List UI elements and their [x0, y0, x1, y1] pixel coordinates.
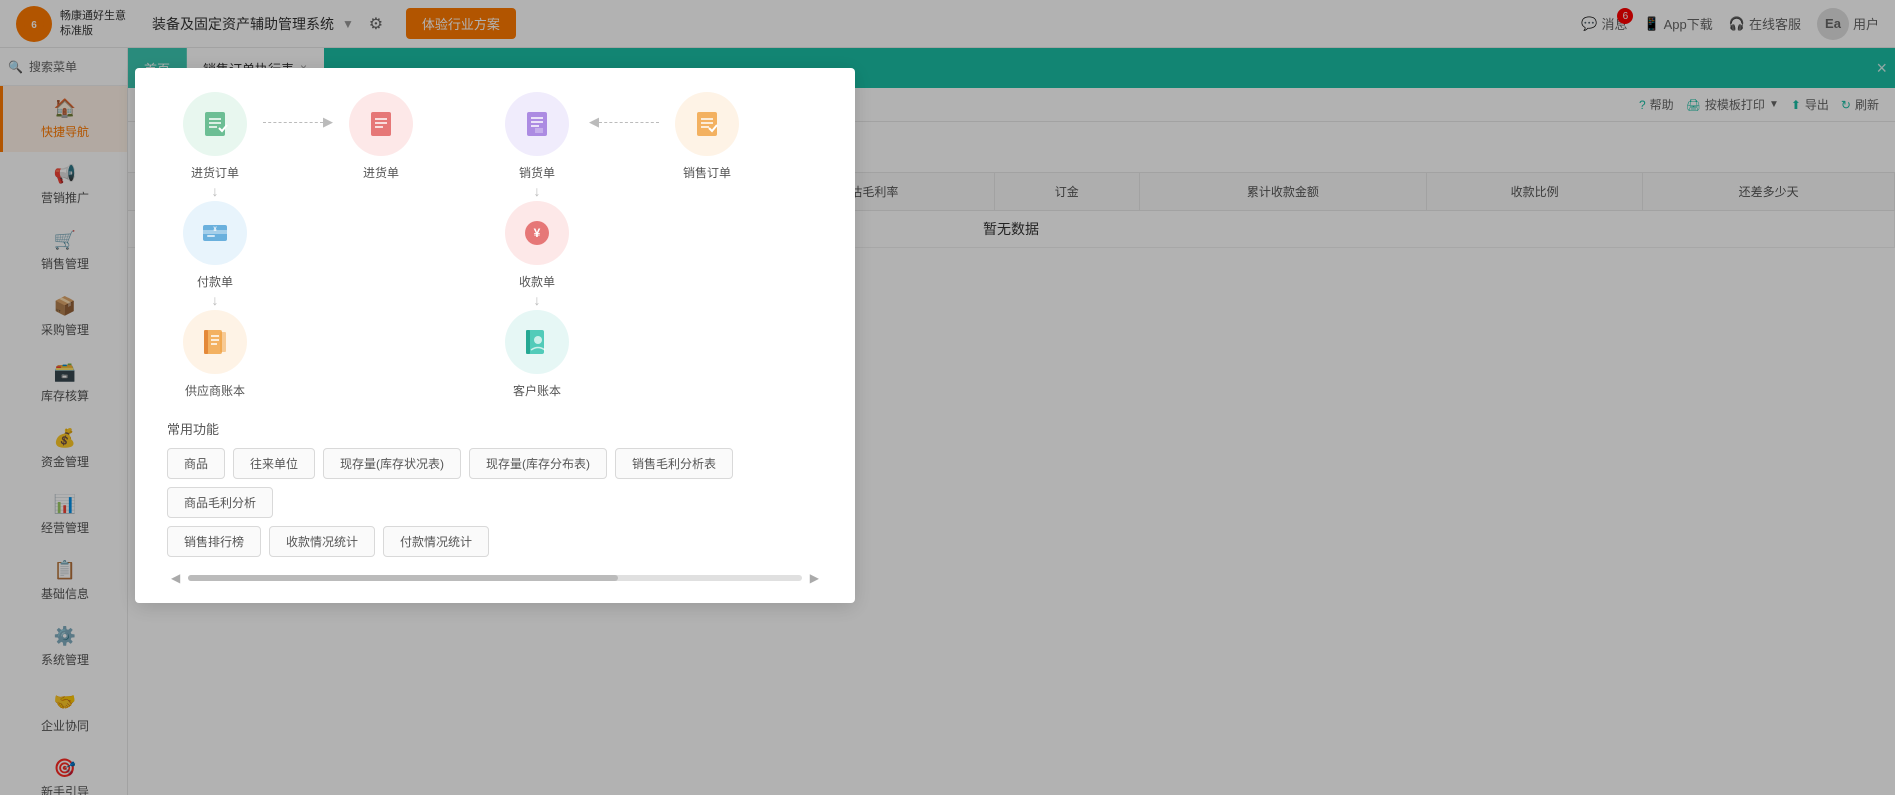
purchase-order-icon [183, 92, 247, 156]
svg-text:¥: ¥ [534, 226, 541, 240]
receipt-node[interactable]: ¥ 收款单 [505, 201, 569, 290]
scroll-left-button[interactable]: ◀ [167, 569, 184, 587]
common-btn-0[interactable]: 商品 [167, 448, 225, 479]
modal-overlay[interactable]: 进货订单 ↓ ¥ [0, 0, 1895, 795]
common-btn-3[interactable]: 现存量(库存分布表) [469, 448, 607, 479]
modal-box: 进货订单 ↓ ¥ [135, 68, 855, 603]
common-functions-section: 常用功能 商品 往来单位 现存量(库存状况表) 现存量(库存分布表) 销售毛利分… [167, 419, 823, 557]
modal-scrollbar-row: ◀ ▶ [167, 569, 823, 587]
receipt-label: 收款单 [519, 273, 555, 290]
sales-bill-icon [505, 92, 569, 156]
sales-col: 销货单 ↓ ¥ 收款单 [489, 92, 585, 399]
supplier-ledger-node[interactable]: 供应商账本 [183, 310, 247, 399]
common-btn-7[interactable]: 收款情况统计 [269, 526, 375, 557]
purchase-bill-node[interactable]: 进货单 [349, 92, 413, 181]
flow-diagram: 进货订单 ↓ ¥ [167, 92, 823, 399]
modal-content: 进货订单 ↓ ¥ [135, 68, 855, 603]
supplier-ledger-label: 供应商账本 [185, 382, 245, 399]
sales-order-node[interactable]: 销售订单 [675, 92, 739, 181]
sales-order-col: 销售订单 [659, 92, 755, 181]
sales-bill-node[interactable]: 销货单 [505, 92, 569, 181]
arrow-down-1: ↓ [212, 183, 219, 199]
sales-order-icon [675, 92, 739, 156]
arrow-down-4: ↓ [534, 292, 541, 308]
h-arrow-1: ▶ [263, 114, 333, 130]
common-functions-buttons: 商品 往来单位 现存量(库存状况表) 现存量(库存分布表) 销售毛利分析表 商品… [167, 448, 823, 518]
arrow-down-2: ↓ [534, 183, 541, 199]
scrollbar-thumb[interactable] [188, 575, 617, 581]
customer-ledger-label: 客户账本 [513, 382, 561, 399]
purchase-order-node[interactable]: 进货订单 [183, 92, 247, 181]
common-btn-5[interactable]: 商品毛利分析 [167, 487, 273, 518]
arrow-down-3: ↓ [212, 292, 219, 308]
payment-icon: ¥ [183, 201, 247, 265]
scroll-right-button[interactable]: ▶ [806, 569, 823, 587]
purchase-order-label: 进货订单 [191, 164, 239, 181]
purchase-bill-label: 进货单 [363, 164, 399, 181]
sales-bill-label: 销货单 [519, 164, 555, 181]
left-flow-col: 进货订单 ↓ ¥ [167, 92, 263, 399]
common-functions-title: 常用功能 [167, 419, 823, 438]
common-btn-2[interactable]: 现存量(库存状况表) [323, 448, 461, 479]
common-btn-1[interactable]: 往来单位 [233, 448, 315, 479]
common-functions-buttons-row2: 销售排行榜 收款情况统计 付款情况统计 [167, 526, 823, 557]
common-btn-4[interactable]: 销售毛利分析表 [615, 448, 733, 479]
common-btn-8[interactable]: 付款情况统计 [383, 526, 489, 557]
common-btn-6[interactable]: 销售排行榜 [167, 526, 261, 557]
customer-ledger-node[interactable]: 客户账本 [505, 310, 569, 399]
customer-ledger-icon [505, 310, 569, 374]
supplier-ledger-icon [183, 310, 247, 374]
payment-label: 付款单 [197, 273, 233, 290]
payment-node[interactable]: ¥ 付款单 [183, 201, 247, 290]
scrollbar-track[interactable] [188, 575, 802, 581]
right-col: 进货单 [333, 92, 429, 271]
receipt-icon: ¥ [505, 201, 569, 265]
h-arrow-2: ◀ [589, 114, 659, 130]
purchase-bill-icon [349, 92, 413, 156]
sales-order-label: 销售订单 [683, 164, 731, 181]
